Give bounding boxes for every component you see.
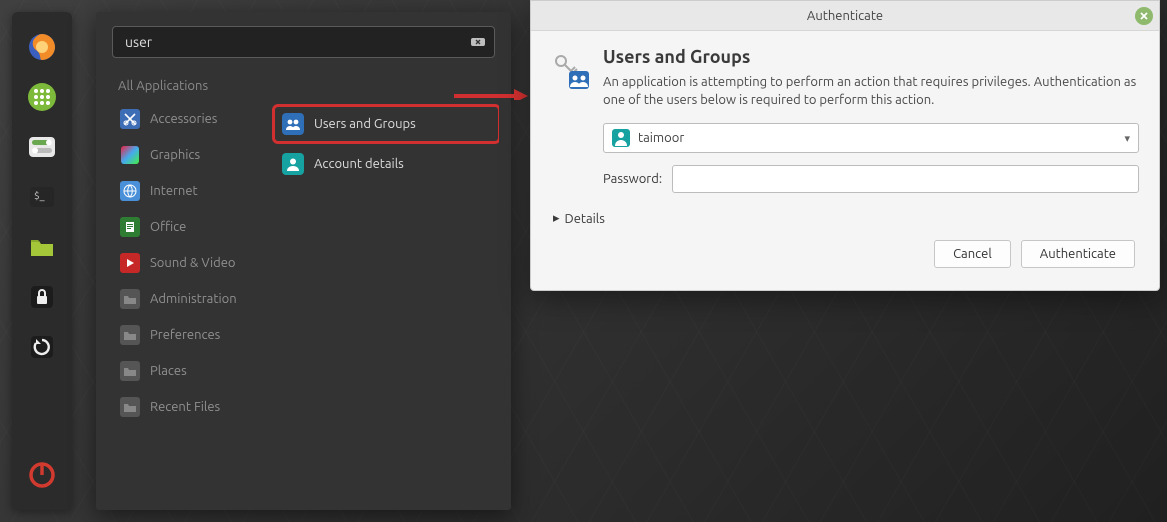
category-all-applications[interactable]: All Applications [114,72,268,100]
details-label: Details [565,212,605,226]
globe-icon [120,181,140,201]
category-label: Recent Files [150,400,220,414]
dock-terminal[interactable]: $_ [25,180,59,214]
dock-files[interactable] [25,230,59,264]
dock-panel: $_ [12,12,72,510]
category-recent-files[interactable]: Recent Files [114,390,268,424]
dialog-heading: Users and Groups [603,47,1139,67]
app-users-and-groups[interactable]: Users and Groups [274,106,499,142]
category-label: Internet [150,184,198,198]
authenticate-button[interactable]: Authenticate [1021,240,1135,268]
application-menu: All Applications Accessories Graphics In… [96,12,511,510]
dialog-description: An application is attempting to perform … [603,73,1139,109]
category-label: Graphics [150,148,200,162]
category-accessories[interactable]: Accessories [114,102,268,136]
dock-updates[interactable] [25,330,59,364]
details-expander[interactable]: ▸ Details [551,211,1139,226]
category-graphics[interactable]: Graphics [114,138,268,172]
prefs-folder-icon [120,325,140,345]
toggle-icon [27,132,57,162]
category-list: All Applications Accessories Graphics In… [108,72,268,496]
auth-keys-icon [551,51,589,89]
refresh-icon [27,332,57,362]
app-label: Users and Groups [314,117,416,131]
category-label: Administration [150,292,237,306]
category-label: Places [150,364,187,378]
recent-folder-icon [120,397,140,417]
selected-user-label: taimoor [638,131,684,145]
svg-text:$_: $_ [34,190,45,201]
folder-icon [27,232,57,262]
places-folder-icon [120,361,140,381]
category-administration[interactable]: Administration [114,282,268,316]
lock-icon [27,282,57,312]
dock-apps[interactable] [25,80,59,114]
user-avatar-icon [612,129,630,147]
account-icon [282,153,304,175]
close-icon [1139,11,1149,21]
category-places[interactable]: Places [114,354,268,388]
dock-lock[interactable] [25,280,59,314]
power-icon [27,460,57,490]
category-preferences[interactable]: Preferences [114,318,268,352]
users-icon [282,113,304,135]
dialog-titlebar[interactable]: Authenticate [531,1,1159,31]
play-icon [120,253,140,273]
dock-firefox[interactable] [25,30,59,64]
app-label: Account details [314,157,404,171]
dock-settings[interactable] [25,130,59,164]
category-office[interactable]: Office [114,210,268,244]
category-internet[interactable]: Internet [114,174,268,208]
user-select-dropdown[interactable]: taimoor ▾ [603,123,1139,153]
authenticate-dialog: Authenticate Users and Groups An applica [530,0,1160,291]
category-label: Accessories [150,112,217,126]
scissors-icon [120,109,140,129]
palette-icon [120,145,140,165]
admin-folder-icon [120,289,140,309]
dock-power[interactable] [25,458,59,492]
dialog-window-title: Authenticate [807,9,883,23]
chevron-down-icon: ▾ [1124,132,1130,145]
terminal-icon: $_ [27,182,57,212]
firefox-icon [27,32,57,62]
category-label: Office [150,220,186,234]
cancel-button[interactable]: Cancel [934,240,1011,268]
app-account-details[interactable]: Account details [274,146,499,182]
password-input[interactable] [672,165,1139,193]
document-icon [120,217,140,237]
app-results-list: Users and Groups Account details [268,72,499,496]
category-label: Sound & Video [150,256,236,270]
search-field-wrap [112,26,495,58]
category-sound-video[interactable]: Sound & Video [114,246,268,280]
category-label: Preferences [150,328,220,342]
apps-grid-icon [27,82,57,112]
dialog-close-button[interactable] [1135,7,1153,25]
search-input[interactable] [112,26,495,58]
category-label: All Applications [118,79,208,93]
clear-search-icon[interactable] [471,35,485,49]
chevron-right-icon: ▸ [553,211,560,226]
password-label: Password: [603,172,662,186]
